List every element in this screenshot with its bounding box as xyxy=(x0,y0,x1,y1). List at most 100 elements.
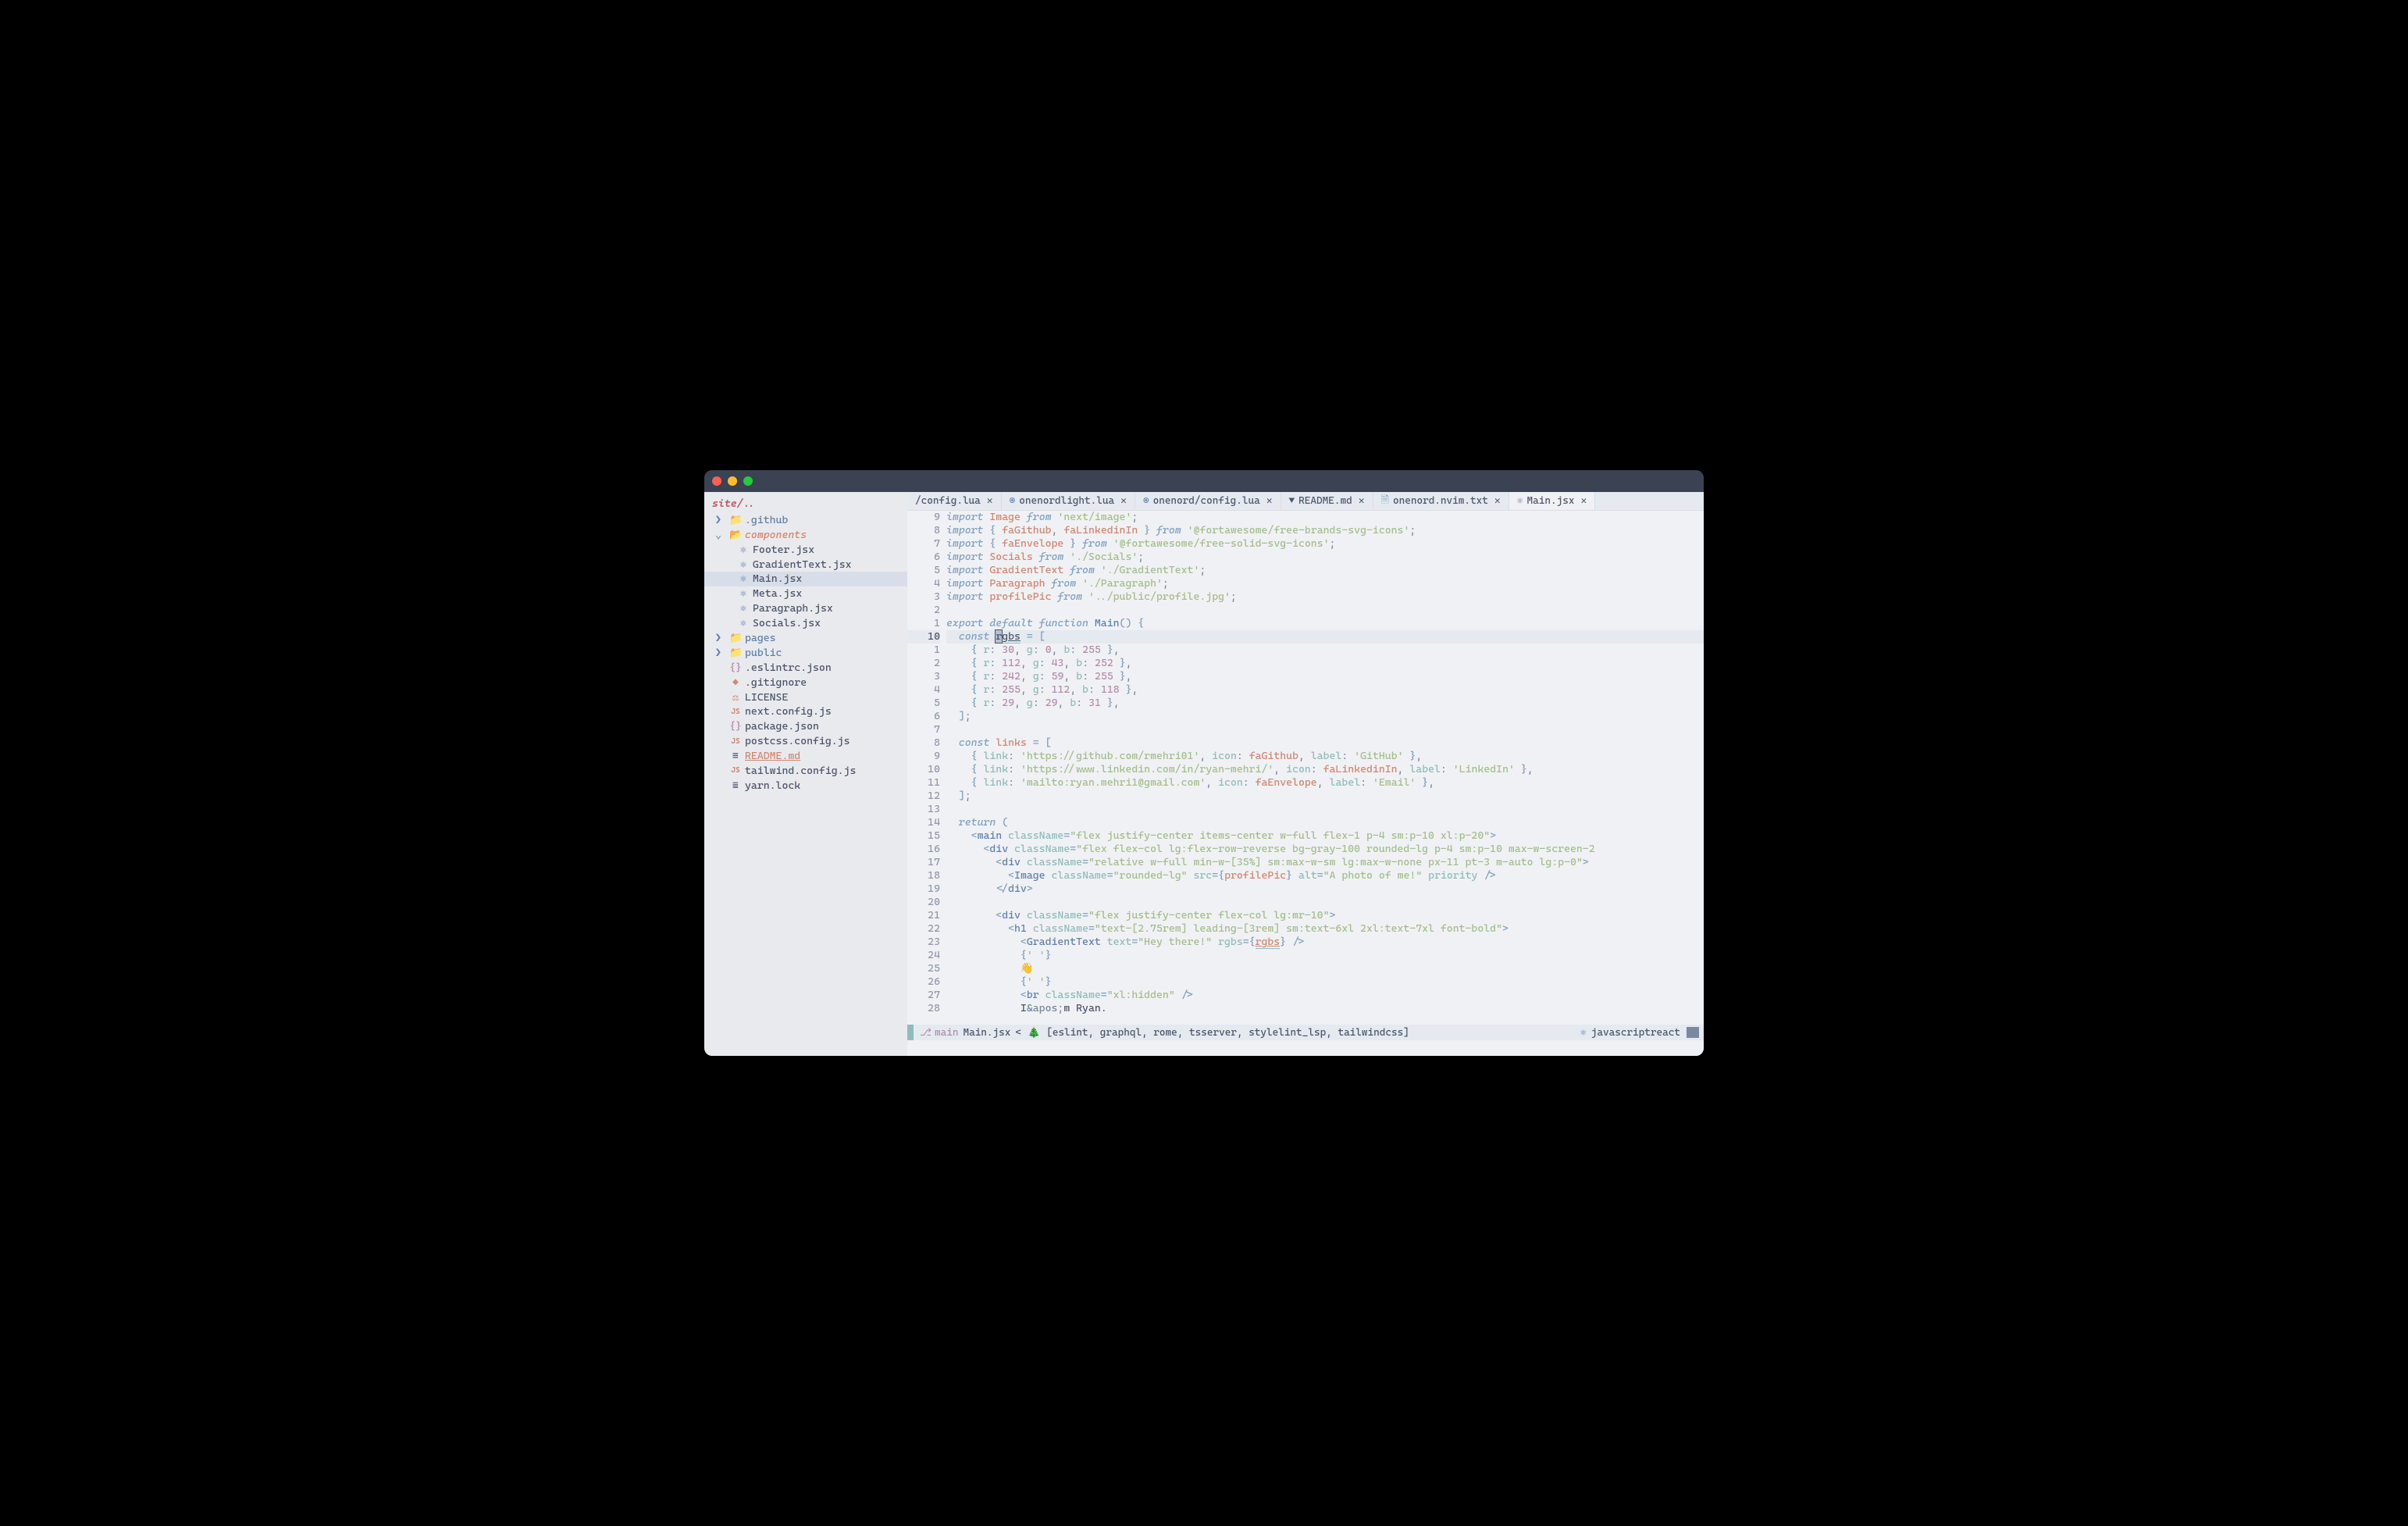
status-filename: Main.jsx xyxy=(963,1027,1015,1039)
filetype-icon: ⚛ xyxy=(1580,1027,1587,1039)
tab[interactable]: ◉onenordlight.lua✕ xyxy=(1002,492,1135,510)
tab[interactable]: ▼README.md✕ xyxy=(1281,492,1373,510)
tree-item[interactable]: ⚛Paragraph.jsx xyxy=(704,601,907,616)
file-icon: JS xyxy=(729,736,742,747)
explorer-root: site/.. xyxy=(704,497,907,513)
traffic-lights xyxy=(712,476,753,486)
tree-item[interactable]: {}.eslintrc.json xyxy=(704,661,907,676)
tab-icon: 🗎 xyxy=(1381,493,1389,510)
code-area[interactable]: 9876543211012345678910111213141516171819… xyxy=(907,511,1704,1025)
chevron-icon: ⌄ xyxy=(715,528,726,543)
file-name: postcss.config.js xyxy=(745,734,850,749)
file-name: package.json xyxy=(745,719,819,734)
file-icon: ⚛ xyxy=(737,543,750,558)
editor-pane: /config.lua✕◉onenordlight.lua✕◉onenord/c… xyxy=(907,492,1704,1056)
file-explorer[interactable]: site/.. ❯📁.github⌄📂components⚛Footer.jsx… xyxy=(704,492,907,1056)
chevron-icon: ❯ xyxy=(715,513,726,528)
tab-label: Main.jsx xyxy=(1527,495,1575,507)
file-name: Paragraph.jsx xyxy=(753,601,833,616)
status-lsp: [eslint, graphql, rome, tsserver, stylel… xyxy=(1046,1027,1409,1039)
file-name: GradientText.jsx xyxy=(753,558,852,572)
tab[interactable]: ◉ onenord/config.lua ✕ xyxy=(1135,492,1281,510)
tab-icon: ⚛ xyxy=(1517,495,1523,507)
status-position xyxy=(1687,1027,1699,1038)
file-icon: 📁 xyxy=(729,631,742,646)
file-icon: 📁 xyxy=(729,646,742,661)
code[interactable]: import Image from 'next/image';import { … xyxy=(946,511,1704,1025)
file-name: pages xyxy=(745,631,776,646)
file-icon: JS xyxy=(729,765,742,776)
tree-item[interactable]: ≡README.md xyxy=(704,749,907,764)
tab-bar: /config.lua✕◉onenordlight.lua✕◉onenord/c… xyxy=(907,492,1704,511)
tree-item[interactable]: ⚛Footer.jsx xyxy=(704,543,907,558)
file-icon: ⚛ xyxy=(737,572,750,587)
close-window-button[interactable] xyxy=(712,476,721,486)
titlebar xyxy=(704,470,1704,492)
command-line[interactable] xyxy=(907,1040,1704,1056)
tab-label: onenord/config.lua xyxy=(1153,495,1260,507)
file-name: public xyxy=(745,646,782,661)
tree-item[interactable]: JSpostcss.config.js xyxy=(704,734,907,749)
chevron-icon: ❯ xyxy=(715,646,726,661)
close-icon[interactable]: ✕ xyxy=(1359,495,1365,507)
git-branch: ⎇ main xyxy=(914,1027,963,1039)
tree-item[interactable]: JStailwind.config.js xyxy=(704,764,907,779)
file-icon: ◆ xyxy=(729,676,742,690)
tab-icon: ◉ xyxy=(1143,495,1149,507)
file-icon: 📂 xyxy=(729,528,742,543)
tree-item[interactable]: ⚛Socials.jsx xyxy=(704,616,907,631)
file-name: yarn.lock xyxy=(745,779,800,793)
chevron-icon: ❯ xyxy=(715,631,726,646)
close-icon[interactable]: ✕ xyxy=(1580,495,1587,507)
file-name: Main.jsx xyxy=(753,572,802,587)
tree-item[interactable]: ⚖LICENSE xyxy=(704,690,907,705)
file-name: .gitignore xyxy=(745,676,807,690)
tab-label: onenordlight.lua xyxy=(1019,495,1114,507)
file-icon: 📁 xyxy=(729,513,742,528)
tree-item[interactable]: ⚛Meta.jsx xyxy=(704,587,907,601)
tab-label: /config.lua xyxy=(915,495,981,507)
status-filetype: ⚛ javascriptreact xyxy=(1580,1027,1680,1039)
close-icon[interactable]: ✕ xyxy=(1494,495,1501,507)
minimize-window-button[interactable] xyxy=(728,476,737,486)
file-name: components xyxy=(745,528,807,543)
tree-item[interactable]: ❯📁pages xyxy=(704,631,907,646)
file-icon: ≣ xyxy=(729,779,742,793)
close-icon[interactable]: ✕ xyxy=(1120,495,1127,507)
tree-item[interactable]: ≣yarn.lock xyxy=(704,779,907,793)
status-bar: ⎇ main Main.jsx < 🎄 [eslint, graphql, ro… xyxy=(907,1025,1704,1040)
status-ornament: 🎄 xyxy=(1021,1027,1046,1039)
tree-item[interactable]: ❯📁.github xyxy=(704,513,907,528)
main-area: site/.. ❯📁.github⌄📂components⚛Footer.jsx… xyxy=(704,492,1704,1056)
tab[interactable]: /config.lua ✕ xyxy=(907,492,1002,510)
status-chevron: < xyxy=(1015,1027,1021,1039)
tree-item[interactable]: ❯📁public xyxy=(704,646,907,661)
tab-label: onenord.nvim.txt xyxy=(1393,495,1488,507)
tree-item[interactable]: {}package.json xyxy=(704,719,907,734)
tab-icon: ▼ xyxy=(1289,495,1295,507)
tree-item[interactable]: ⚛Main.jsx xyxy=(704,572,907,587)
file-icon: {} xyxy=(729,719,742,734)
tree-item[interactable]: ◆.gitignore xyxy=(704,676,907,690)
tree-item[interactable]: ⚛GradientText.jsx xyxy=(704,558,907,572)
close-icon[interactable]: ✕ xyxy=(1266,495,1273,507)
mode-indicator xyxy=(907,1025,914,1040)
file-icon: ⚛ xyxy=(737,601,750,616)
maximize-window-button[interactable] xyxy=(743,476,753,486)
file-icon: ≡ xyxy=(729,749,742,764)
file-name: README.md xyxy=(745,749,800,764)
file-icon: ⚛ xyxy=(737,616,750,631)
tree-item[interactable]: JSnext.config.js xyxy=(704,704,907,719)
file-name: Socials.jsx xyxy=(753,616,821,631)
tab[interactable]: 🗎 onenord.nvim.txt ✕ xyxy=(1373,492,1509,510)
tree-item[interactable]: ⌄📂components xyxy=(704,528,907,543)
tab[interactable]: ⚛ Main.jsx ✕ xyxy=(1509,492,1596,510)
file-icon: ⚖ xyxy=(729,690,742,705)
file-icon: ⚛ xyxy=(737,558,750,572)
file-name: Meta.jsx xyxy=(753,587,802,601)
editor-window: site/.. ❯📁.github⌄📂components⚛Footer.jsx… xyxy=(704,470,1704,1056)
file-name: next.config.js xyxy=(745,704,832,719)
file-icon: ⚛ xyxy=(737,587,750,601)
close-icon[interactable]: ✕ xyxy=(987,495,993,507)
file-name: .github xyxy=(745,513,788,528)
